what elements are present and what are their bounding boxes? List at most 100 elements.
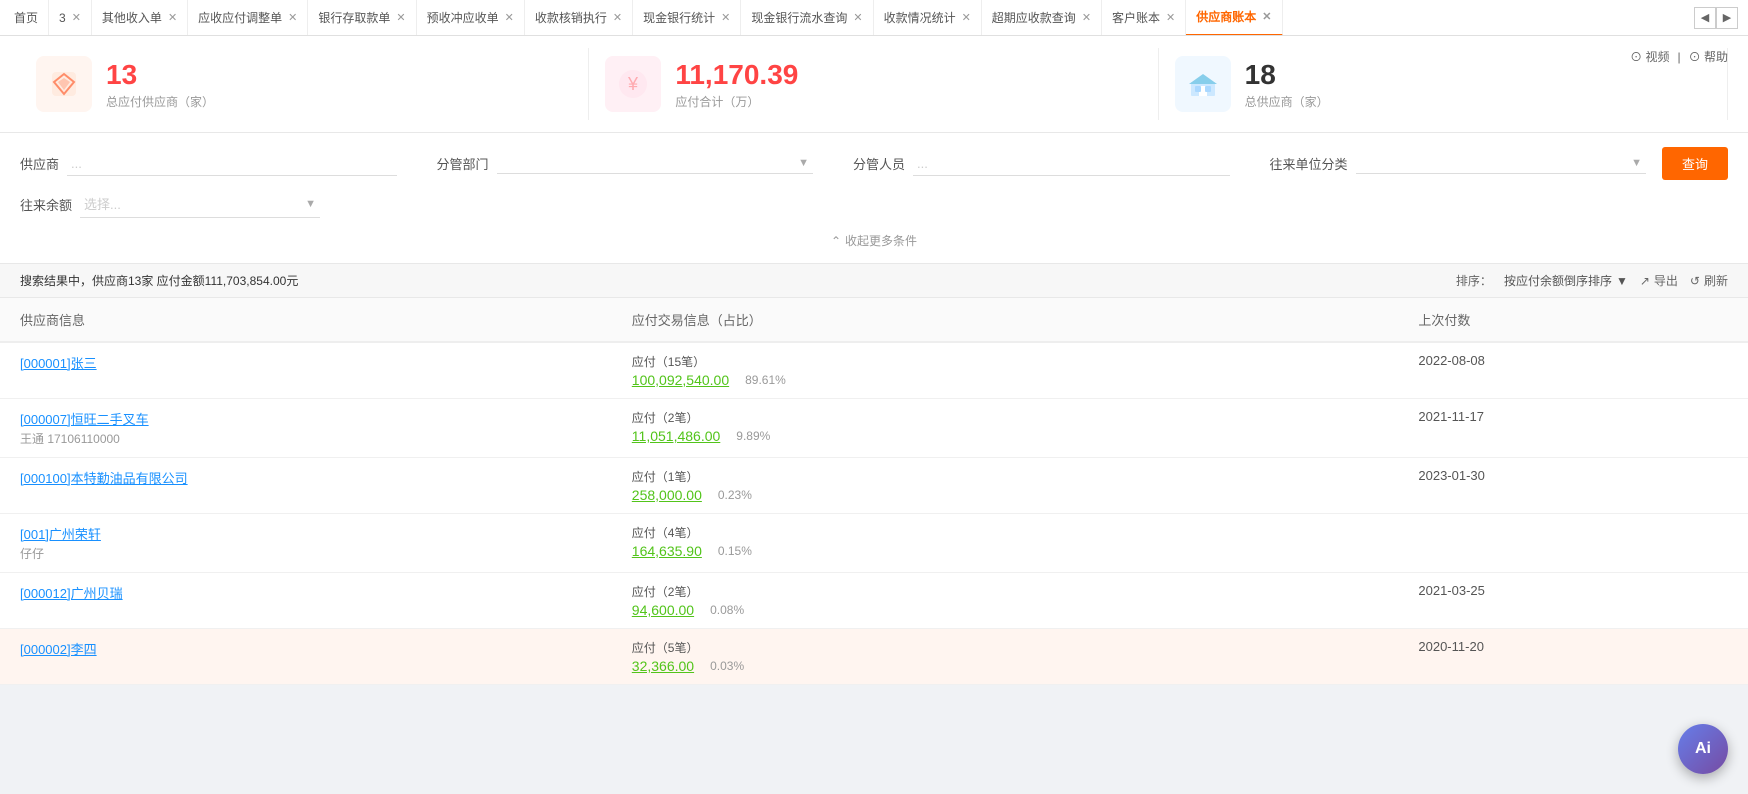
refresh-label: 刷新 xyxy=(1704,272,1728,289)
header-links: ⊙ 视频 | ⊙ 帮助 xyxy=(1630,48,1728,65)
person-filter-input[interactable] xyxy=(913,152,1229,176)
balance-chevron-down-icon: ▼ xyxy=(305,198,316,210)
ap-percent-2: 0.23% xyxy=(718,488,752,502)
ai-floating-button[interactable]: Ai xyxy=(1678,724,1728,774)
ap-label-4: 应付（2笔） xyxy=(632,583,1379,600)
balance-filter-select[interactable]: 选择... ▼ xyxy=(80,190,320,218)
balance-select-text: 选择... xyxy=(84,194,305,213)
collapse-button[interactable]: ⌃ 收起更多条件 xyxy=(819,228,929,253)
nav-tab-other-income-label: 其他收入单 xyxy=(102,9,162,26)
nav-tab-cash-bank-flow-label: 现金银行流水查询 xyxy=(751,9,847,26)
nav-tab-pre-ar-close[interactable]: ✕ xyxy=(505,11,514,24)
nav-tab-overdue-ar[interactable]: 超期应收款查询 ✕ xyxy=(982,0,1102,36)
collapse-label: 收起更多条件 xyxy=(845,232,917,249)
supplier-filter-input[interactable] xyxy=(67,152,396,176)
summary-card-ap-suppliers: 13 总应付供应商（家） xyxy=(20,48,589,120)
nav-tab-supplier-ledger-close[interactable]: ✕ xyxy=(1262,10,1271,23)
supplier-link-5[interactable]: [000002]李四 xyxy=(20,642,97,657)
refresh-icon: ↺ xyxy=(1690,274,1700,288)
filter-balance: 往来余额 选择... ▼ xyxy=(20,190,320,218)
supplier-table: 供应商信息 应付交易信息（占比） 上次付数 [000001]张三应付（15笔）1… xyxy=(0,298,1748,685)
diamond-icon xyxy=(36,56,92,112)
nav-tab-cash-bank-flow-close[interactable]: ✕ xyxy=(853,11,862,24)
table-cell-last-payment-5: 2020-11-20 xyxy=(1398,629,1748,685)
supplier-link-2[interactable]: [000100]本特勤油品有限公司 xyxy=(20,471,188,486)
nav-tab-customer-ledger-label: 客户账本 xyxy=(1112,9,1160,26)
results-info: 搜索结果中，供应商13家 应付金额111,703,854.00元 xyxy=(20,272,298,289)
table-cell-ap-1: 应付（2笔） 11,051,486.00 9.89% xyxy=(612,399,1399,458)
ap-amount-0[interactable]: 100,092,540.00 xyxy=(632,372,729,388)
query-button[interactable]: 查询 xyxy=(1662,147,1728,180)
nav-tab-bank-deposit[interactable]: 银行存取款单 ✕ xyxy=(308,0,416,36)
money-icon: ¥ xyxy=(605,56,661,112)
nav-tab-ar-ap-adjust-close[interactable]: ✕ xyxy=(288,11,297,24)
nav-tab-other-income[interactable]: 其他收入单 ✕ xyxy=(92,0,188,36)
ap-label-5: 应付（5笔） xyxy=(632,639,1379,656)
ap-amount-5[interactable]: 32,366.00 xyxy=(632,658,694,674)
supplier-link-3[interactable]: [001]广州荣轩 xyxy=(20,527,101,542)
supplier-link-4[interactable]: [000012]广州贝瑞 xyxy=(20,586,123,601)
nav-tab-3-close[interactable]: ✕ xyxy=(72,11,81,24)
nav-tab-bank-deposit-close[interactable]: ✕ xyxy=(396,11,405,24)
nav-tab-receipt-writeoff-close[interactable]: ✕ xyxy=(613,11,622,24)
ap-percent-0: 89.61% xyxy=(745,373,786,387)
category-filter-select[interactable]: ▼ xyxy=(1356,153,1646,174)
col-ap-info: 应付交易信息（占比） xyxy=(612,298,1399,342)
export-button[interactable]: ↗ 导出 xyxy=(1640,272,1678,289)
summary-total-suppliers-content: 18 总供应商（家） xyxy=(1245,58,1329,111)
nav-prev-button[interactable]: ◀ xyxy=(1694,7,1716,29)
ap-label-3: 应付（4笔） xyxy=(632,524,1379,541)
table-cell-ap-0: 应付（15笔） 100,092,540.00 89.61% xyxy=(612,342,1399,399)
nav-tab-home-label: 首页 xyxy=(14,9,38,26)
nav-tab-cash-bank-flow[interactable]: 现金银行流水查询 ✕ xyxy=(741,0,873,36)
supplier-link-1[interactable]: [000007]恒旺二手叉车 xyxy=(20,412,149,427)
table-row: [000012]广州贝瑞应付（2笔）94,600.000.08%2021-03-… xyxy=(0,573,1748,629)
total-suppliers-label: 总供应商（家） xyxy=(1245,93,1329,110)
filter-row-1: 供应商 分管部门 ▼ 分管人员 往来单位分类 xyxy=(20,147,1728,180)
ap-percent-1: 9.89% xyxy=(736,429,770,443)
nav-tab-ar-ap-adjust-label: 应收应付调整单 xyxy=(198,9,282,26)
nav-tab-cash-bank-stat[interactable]: 现金银行统计 ✕ xyxy=(633,0,741,36)
nav-tab-ar-ap-adjust[interactable]: 应收应付调整单 ✕ xyxy=(188,0,308,36)
video-link[interactable]: ⊙ 视频 xyxy=(1630,48,1669,65)
summary-ap-total-content: 11,170.39 应付合计（万） xyxy=(675,58,798,111)
ap-amount-2[interactable]: 258,000.00 xyxy=(632,487,702,503)
nav-tab-pre-ar[interactable]: 预收冲应收单 ✕ xyxy=(417,0,525,36)
table-cell-last-payment-3 xyxy=(1398,514,1748,573)
ap-percent-4: 0.08% xyxy=(710,603,744,617)
table-cell-supplier-1: [000007]恒旺二手叉车王通 17106110000 xyxy=(0,399,612,458)
ap-label-0: 应付（15笔） xyxy=(632,353,1379,370)
filter-area: 供应商 分管部门 ▼ 分管人员 往来单位分类 xyxy=(0,133,1748,264)
nav-tab-3[interactable]: 3 ✕ xyxy=(49,0,92,36)
ap-percent-3: 0.15% xyxy=(718,544,752,558)
nav-tab-pre-ar-label: 预收冲应收单 xyxy=(427,9,499,26)
nav-tab-customer-ledger-close[interactable]: ✕ xyxy=(1166,11,1175,24)
nav-tab-other-income-close[interactable]: ✕ xyxy=(168,11,177,24)
nav-tab-supplier-ledger[interactable]: 供应商账本 ✕ xyxy=(1186,0,1282,36)
nav-tab-receipt-writeoff[interactable]: 收款核销执行 ✕ xyxy=(525,0,633,36)
nav-tab-home[interactable]: 首页 xyxy=(4,0,49,36)
ap-label-2: 应付（1笔） xyxy=(632,468,1379,485)
table-cell-ap-5: 应付（5笔） 32,366.00 0.03% xyxy=(612,629,1399,685)
summary-card-ap-total: ¥ 11,170.39 应付合计（万） xyxy=(589,48,1158,120)
table-cell-ap-4: 应付（2笔） 94,600.00 0.08% xyxy=(612,573,1399,629)
nav-tab-receipt-stat-close[interactable]: ✕ xyxy=(962,11,971,24)
nav-tab-receipt-stat[interactable]: 收款情况统计 ✕ xyxy=(874,0,982,36)
supplier-link-0[interactable]: [000001]张三 xyxy=(20,356,97,371)
sort-select[interactable]: 按应付余额倒序排序 ▼ xyxy=(1504,272,1628,289)
ap-amount-1[interactable]: 11,051,486.00 xyxy=(632,428,721,444)
sort-label: 排序： xyxy=(1456,272,1492,289)
nav-tab-customer-ledger[interactable]: 客户账本 ✕ xyxy=(1102,0,1186,36)
ap-amount-4[interactable]: 94,600.00 xyxy=(632,602,694,618)
table-cell-supplier-4: [000012]广州贝瑞 xyxy=(0,573,612,629)
nav-tab-overdue-ar-close[interactable]: ✕ xyxy=(1082,11,1091,24)
person-filter-label: 分管人员 xyxy=(853,154,905,173)
nav-tab-cash-bank-stat-close[interactable]: ✕ xyxy=(721,11,730,24)
help-link[interactable]: ⊙ 帮助 xyxy=(1689,48,1728,65)
dept-filter-select[interactable]: ▼ xyxy=(497,153,813,174)
nav-next-button[interactable]: ▶ xyxy=(1716,7,1738,29)
ap-percent-5: 0.03% xyxy=(710,659,744,673)
ap-label-1: 应付（2笔） xyxy=(632,409,1379,426)
refresh-button[interactable]: ↺ 刷新 xyxy=(1690,272,1728,289)
ap-amount-3[interactable]: 164,635.90 xyxy=(632,543,702,559)
